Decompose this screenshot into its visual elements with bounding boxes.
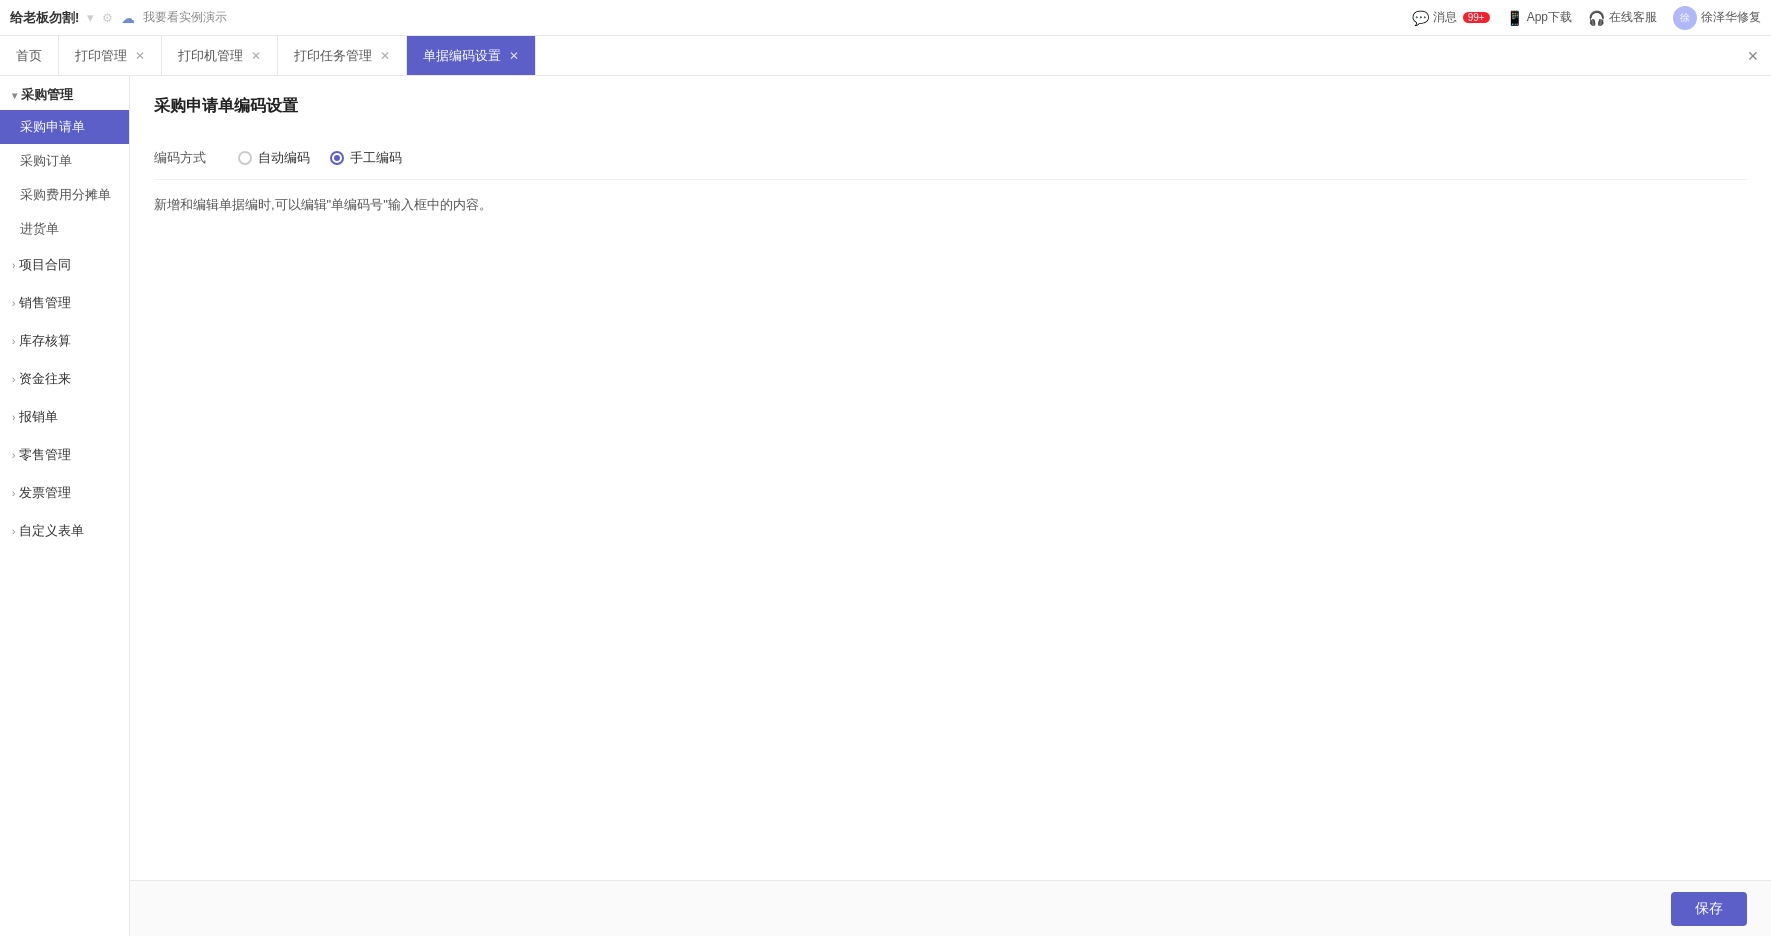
sidebar-group-sales[interactable]: › 销售管理: [0, 284, 129, 322]
sidebar-group-returns[interactable]: › 报销单: [0, 398, 129, 436]
tab-print-task-close[interactable]: ✕: [380, 49, 390, 63]
sidebar-item-stock-in[interactable]: 进货单: [0, 212, 129, 246]
tab-home-label: 首页: [16, 47, 42, 65]
top-bar-left: 给老板勿割! ▾ ⚙ ☁ 我要看实例演示: [10, 9, 227, 27]
tab-printer-mgmt[interactable]: 打印机管理 ✕: [162, 36, 278, 75]
brand-text: 给老板勿割!: [10, 9, 79, 27]
sidebar-group-funds-label: 资金往来: [19, 370, 71, 388]
app-download-label: App下载: [1527, 9, 1572, 26]
sidebar-group-returns-label: 报销单: [19, 408, 58, 426]
save-button[interactable]: 保存: [1671, 892, 1747, 926]
headset-icon: 🎧: [1588, 10, 1605, 26]
tab-printer-mgmt-close[interactable]: ✕: [251, 49, 261, 63]
sidebar-group-custom-forms[interactable]: › 自定义表单: [0, 512, 129, 550]
auto-code-label: 自动编码: [258, 149, 310, 167]
sidebar-group-funds[interactable]: › 资金往来: [0, 360, 129, 398]
content-footer: 保存: [130, 880, 1771, 936]
message-badge: 99+: [1463, 12, 1490, 23]
sidebar-group-invoice[interactable]: › 发票管理: [0, 474, 129, 512]
sidebar-group-procurement[interactable]: ▾ 采购管理: [0, 76, 129, 110]
tab-barcode-setting[interactable]: 单据编码设置 ✕: [407, 36, 536, 75]
tab-print-task[interactable]: 打印任务管理 ✕: [278, 36, 407, 75]
chevron-right-icon-5: ›: [12, 412, 15, 423]
chevron-right-icon-6: ›: [12, 450, 15, 461]
top-bar: 给老板勿割! ▾ ⚙ ☁ 我要看实例演示 💬 消息 99+ 📱 App下载 🎧 …: [0, 0, 1771, 36]
manual-code-option[interactable]: 手工编码: [330, 149, 402, 167]
tab-barcode-setting-label: 单据编码设置: [423, 47, 501, 65]
user-profile[interactable]: 徐 徐泽华修复: [1673, 6, 1761, 30]
chevron-right-icon-2: ›: [12, 298, 15, 309]
chevron-down-icon: ▾: [12, 90, 17, 101]
search-bar[interactable]: 我要看实例演示: [143, 9, 227, 26]
tab-barcode-setting-close[interactable]: ✕: [509, 49, 519, 63]
hint-text: 新增和编辑单据编时,可以编辑"单编码号"输入框中的内容。: [154, 196, 1747, 214]
main-layout: ▾ 采购管理 采购申请单 采购订单 采购费用分摊单 进货单 › 项目合同 › 销…: [0, 76, 1771, 936]
top-bar-right: 💬 消息 99+ 📱 App下载 🎧 在线客服 徐 徐泽华修复: [1412, 6, 1761, 30]
tab-bar: 首页 打印管理 ✕ 打印机管理 ✕ 打印任务管理 ✕ 单据编码设置 ✕ ✕: [0, 36, 1771, 76]
message-icon: 💬: [1412, 10, 1429, 26]
search-text: 我要看实例演示: [143, 9, 227, 26]
tab-print-mgmt-label: 打印管理: [75, 47, 127, 65]
sidebar-item-purchase-request[interactable]: 采购申请单: [0, 110, 129, 144]
app-download-button[interactable]: 📱 App下载: [1506, 9, 1572, 26]
close-all-button[interactable]: ✕: [1735, 36, 1771, 75]
content-area: 采购申请单编码设置 编码方式 自动编码 手工编码 新增和编辑单据编时,可以编辑"…: [130, 76, 1771, 936]
chevron-right-icon: ›: [12, 260, 15, 271]
chevron-right-icon-7: ›: [12, 488, 15, 499]
sidebar: ▾ 采购管理 采购申请单 采购订单 采购费用分摊单 进货单 › 项目合同 › 销…: [0, 76, 130, 936]
online-service-label: 在线客服: [1609, 9, 1657, 26]
sidebar-group-invoice-label: 发票管理: [19, 484, 71, 502]
radio-group: 自动编码 手工编码: [238, 149, 402, 167]
page-title: 采购申请单编码设置: [154, 96, 1747, 117]
sidebar-item-purchase-expense-label: 采购费用分摊单: [20, 187, 111, 202]
sidebar-item-purchase-expense[interactable]: 采购费用分摊单: [0, 178, 129, 212]
tab-print-mgmt[interactable]: 打印管理 ✕: [59, 36, 162, 75]
sidebar-item-purchase-request-label: 采购申请单: [20, 119, 85, 134]
encoding-mode-row: 编码方式 自动编码 手工编码: [154, 137, 1747, 180]
manual-code-label: 手工编码: [350, 149, 402, 167]
auto-code-option[interactable]: 自动编码: [238, 149, 310, 167]
sidebar-group-project-contract-label: 项目合同: [19, 256, 71, 274]
auto-code-radio[interactable]: [238, 151, 252, 165]
sidebar-group-inventory-label: 库存核算: [19, 332, 71, 350]
chevron-right-icon-8: ›: [12, 526, 15, 537]
avatar: 徐: [1673, 6, 1697, 30]
sidebar-item-purchase-order-label: 采购订单: [20, 153, 72, 168]
chevron-right-icon-3: ›: [12, 336, 15, 347]
encoding-mode-label: 编码方式: [154, 149, 214, 167]
sidebar-group-retail-label: 零售管理: [19, 446, 71, 464]
sidebar-group-retail[interactable]: › 零售管理: [0, 436, 129, 474]
manual-code-radio[interactable]: [330, 151, 344, 165]
online-service-button[interactable]: 🎧 在线客服: [1588, 9, 1657, 26]
tab-print-task-label: 打印任务管理: [294, 47, 372, 65]
phone-icon: 📱: [1506, 10, 1523, 26]
sidebar-group-procurement-label: 采购管理: [21, 86, 73, 104]
sidebar-group-custom-forms-label: 自定义表单: [19, 522, 84, 540]
chevron-right-icon-4: ›: [12, 374, 15, 385]
tab-print-mgmt-close[interactable]: ✕: [135, 49, 145, 63]
message-label: 消息: [1433, 9, 1457, 26]
sidebar-item-purchase-order[interactable]: 采购订单: [0, 144, 129, 178]
cloud-icon: ☁: [121, 10, 135, 26]
tab-home[interactable]: 首页: [0, 36, 59, 75]
sidebar-group-inventory[interactable]: › 库存核算: [0, 322, 129, 360]
sidebar-item-stock-in-label: 进货单: [20, 221, 59, 236]
tab-printer-mgmt-label: 打印机管理: [178, 47, 243, 65]
sidebar-group-project-contract[interactable]: › 项目合同: [0, 246, 129, 284]
sidebar-group-sales-label: 销售管理: [19, 294, 71, 312]
message-button[interactable]: 💬 消息 99+: [1412, 9, 1490, 26]
content-body: 采购申请单编码设置 编码方式 自动编码 手工编码 新增和编辑单据编时,可以编辑"…: [130, 76, 1771, 880]
user-name: 徐泽华修复: [1701, 9, 1761, 26]
